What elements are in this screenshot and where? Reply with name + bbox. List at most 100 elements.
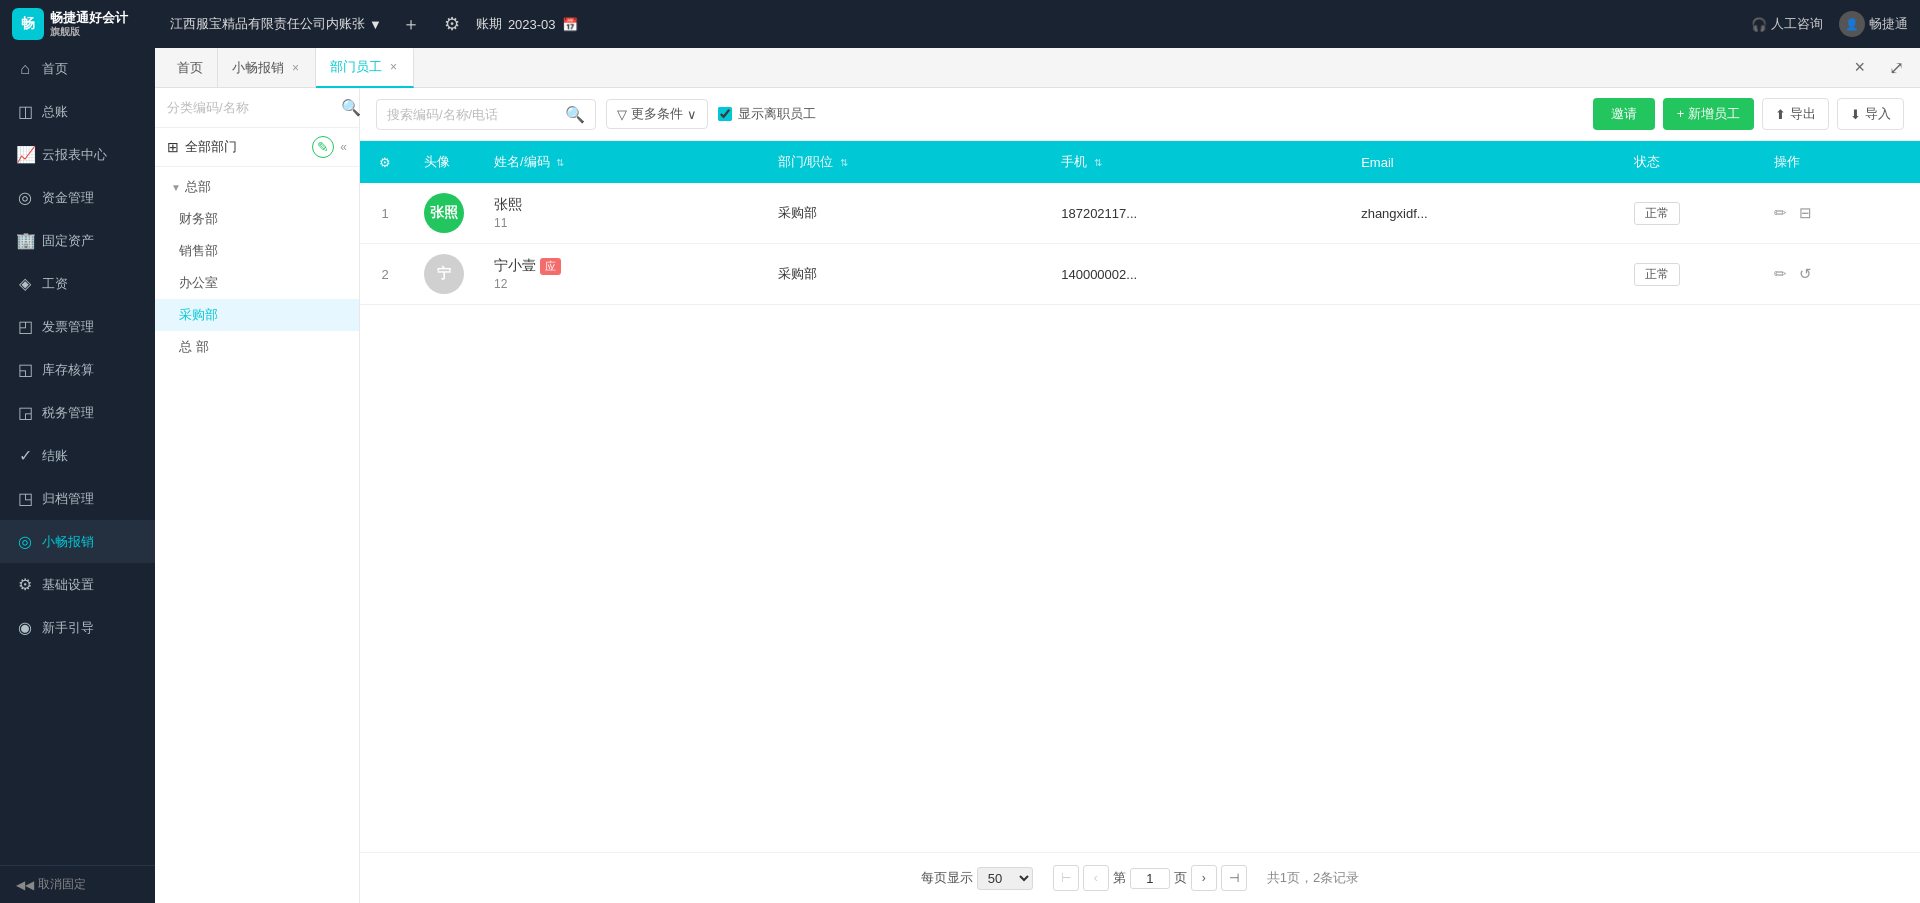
filter-btn[interactable]: ▽ 更多条件 ∨ xyxy=(606,99,708,129)
sidebar-item-archive[interactable]: ◳ 归档管理 xyxy=(0,477,155,520)
cancel-pin-btn[interactable]: ◀◀ 取消固定 xyxy=(0,865,155,903)
settings-nav-icon: ⚙ xyxy=(16,575,34,594)
settings-icon[interactable]: ⚙ xyxy=(440,9,464,39)
avatar-1: 宁 xyxy=(424,254,464,294)
invite-btn[interactable]: 邀请 xyxy=(1593,98,1655,130)
last-page-btn[interactable]: ⊣ xyxy=(1221,865,1247,891)
tab-dept-employee[interactable]: 部门员工 × xyxy=(316,48,414,88)
expand-icon[interactable]: ⤢ xyxy=(1881,53,1912,83)
sidebar-item-salary[interactable]: ◈ 工资 xyxy=(0,262,155,305)
add-employee-btn[interactable]: + 新增员工 xyxy=(1663,98,1754,130)
edit-icon-0[interactable]: ✏ xyxy=(1774,204,1787,222)
logo-sub: 旗舰版 xyxy=(50,26,128,37)
main-layout: ⌂ 首页 ◫ 总账 📈 云报表中心 ◎ 资金管理 🏢 固定资产 ◈ 工资 ◰ 发… xyxy=(0,48,1920,903)
row-dept-1: 采购部 xyxy=(764,244,1048,305)
tab-expense-close[interactable]: × xyxy=(290,59,301,77)
dept-tree-item-xiaoshou[interactable]: 销售部 xyxy=(155,235,359,267)
home-icon: ⌂ xyxy=(16,60,34,78)
tab-expense[interactable]: 小畅报销 × xyxy=(218,48,316,88)
logo: 畅 畅捷通好会计 旗舰版 xyxy=(12,8,162,40)
import-btn[interactable]: ⬇ 导入 xyxy=(1837,98,1904,130)
more-icon-1[interactable]: ↺ xyxy=(1799,265,1812,283)
sidebar-item-guide[interactable]: ◉ 新手引导 xyxy=(0,606,155,649)
sidebar-item-funds[interactable]: ◎ 资金管理 xyxy=(0,176,155,219)
prev-page-btn[interactable]: ‹ xyxy=(1083,865,1109,891)
sidebar-item-expense[interactable]: ◎ 小畅报销 xyxy=(0,520,155,563)
page-input: 第 页 xyxy=(1113,868,1187,889)
row-dept-0: 采购部 xyxy=(764,183,1048,244)
support-btn[interactable]: 🎧 人工咨询 xyxy=(1751,15,1823,33)
avatar: 👤 xyxy=(1839,11,1865,37)
sidebar: ⌂ 首页 ◫ 总账 📈 云报表中心 ◎ 资金管理 🏢 固定资产 ◈ 工资 ◰ 发… xyxy=(0,48,155,903)
tax-icon: ◲ xyxy=(16,403,34,422)
topbar: 畅 畅捷通好会计 旗舰版 江西服宝精品有限责任公司内账张 ▼ ＋ ⚙ 账期 20… xyxy=(0,0,1920,48)
logo-main: 畅捷通好会计 xyxy=(50,11,128,25)
sort-dept-icon: ⇅ xyxy=(840,157,848,168)
dept-tree-item-caigou[interactable]: 采购部 xyxy=(155,299,359,331)
collapse-panel-btn[interactable]: « xyxy=(340,140,347,154)
row-name-code-0: 张熙 11 xyxy=(480,183,764,244)
more-icon-0[interactable]: ⊟ xyxy=(1799,204,1812,222)
row-actions-1: ✏ ↺ xyxy=(1760,244,1920,305)
period-selector[interactable]: 账期 2023-03 📅 xyxy=(476,15,578,33)
filter-icon: ▽ xyxy=(617,107,627,122)
dept-tree-item-zongbu-root[interactable]: ▼ 总部 xyxy=(155,171,359,203)
sidebar-item-inventory[interactable]: ◱ 库存核算 xyxy=(0,348,155,391)
all-dept-header[interactable]: ⊞ 全部部门 ✎ « xyxy=(155,128,359,167)
page-nav: ⊢ ‹ 第 页 › ⊣ xyxy=(1053,865,1247,891)
dept-tree-item-bangong[interactable]: 办公室 xyxy=(155,267,359,299)
show-resigned-label[interactable]: 显示离职员工 xyxy=(718,105,816,123)
dept-grid-icon: ⊞ xyxy=(167,139,179,155)
sidebar-item-assets[interactable]: 🏢 固定资产 xyxy=(0,219,155,262)
col-avatar: 头像 xyxy=(410,141,480,183)
pagination: 每页显示 50 10 20 100 ⊢ ‹ 第 xyxy=(360,852,1920,903)
logo-icon: 畅 xyxy=(12,8,44,40)
employee-panel: 🔍 ▽ 更多条件 ∨ 显示离职员工 邀请 + 新增员工 xyxy=(360,88,1920,903)
col-actions: 操作 xyxy=(1760,141,1920,183)
user-menu[interactable]: 👤 畅捷通 xyxy=(1839,11,1908,37)
tab-home[interactable]: 首页 xyxy=(163,48,218,88)
sidebar-item-checkout[interactable]: ✓ 结账 xyxy=(0,434,155,477)
employee-search-input[interactable] xyxy=(387,107,559,122)
tab-dept-close[interactable]: × xyxy=(388,58,399,76)
sidebar-item-ledger[interactable]: ◫ 总账 xyxy=(0,90,155,133)
avatar-0: 张照 xyxy=(424,193,464,233)
invoice-icon: ◰ xyxy=(16,317,34,336)
table-row: 1 张照 张熙 11 采购部 187202117... zhangxidf...… xyxy=(360,183,1920,244)
archive-icon: ◳ xyxy=(16,489,34,508)
page-size-select[interactable]: 50 10 20 100 xyxy=(977,867,1033,890)
close-window-icon[interactable]: × xyxy=(1846,53,1873,82)
chevron-down-icon: ▼ xyxy=(369,17,382,32)
row-num-0: 1 xyxy=(360,183,410,244)
export-btn[interactable]: ⬆ 导出 xyxy=(1762,98,1829,130)
sidebar-item-settings[interactable]: ⚙ 基础设置 xyxy=(0,563,155,606)
inventory-icon: ◱ xyxy=(16,360,34,379)
sidebar-item-invoice[interactable]: ◰ 发票管理 xyxy=(0,305,155,348)
calendar-icon: 📅 xyxy=(562,17,578,32)
next-page-btn[interactable]: › xyxy=(1191,865,1217,891)
sidebar-item-home[interactable]: ⌂ 首页 xyxy=(0,48,155,90)
add-icon[interactable]: ＋ xyxy=(398,8,424,40)
row-phone-1: 140000002... xyxy=(1047,244,1347,305)
page-number-input[interactable] xyxy=(1130,868,1170,889)
edit-icon-1[interactable]: ✏ xyxy=(1774,265,1787,283)
show-resigned-checkbox[interactable] xyxy=(718,107,732,121)
dept-search-icon[interactable]: 🔍 xyxy=(341,98,361,117)
sidebar-item-tax[interactable]: ◲ 税务管理 xyxy=(0,391,155,434)
add-dept-btn[interactable]: ✎ xyxy=(312,136,334,158)
company-selector[interactable]: 江西服宝精品有限责任公司内账张 ▼ xyxy=(170,15,382,33)
page-total: 共1页，2条记录 xyxy=(1267,869,1359,887)
assets-icon: 🏢 xyxy=(16,231,34,250)
tab-bar: 首页 小畅报销 × 部门员工 × × ⤢ xyxy=(155,48,1920,88)
topbar-actions: ＋ ⚙ xyxy=(398,8,464,40)
first-page-btn[interactable]: ⊢ xyxy=(1053,865,1079,891)
import-icon: ⬇ xyxy=(1850,107,1861,122)
search-icon[interactable]: 🔍 xyxy=(565,105,585,124)
row-status-0: 正常 xyxy=(1620,183,1760,244)
dept-tree-item-caiwu[interactable]: 财务部 xyxy=(155,203,359,235)
row-avatar-0: 张照 xyxy=(410,183,480,244)
dept-tree-item-zong-bu2[interactable]: 总 部 xyxy=(155,331,359,363)
sidebar-item-reports[interactable]: 📈 云报表中心 xyxy=(0,133,155,176)
reports-icon: 📈 xyxy=(16,145,34,164)
dept-search-input[interactable] xyxy=(167,100,335,115)
